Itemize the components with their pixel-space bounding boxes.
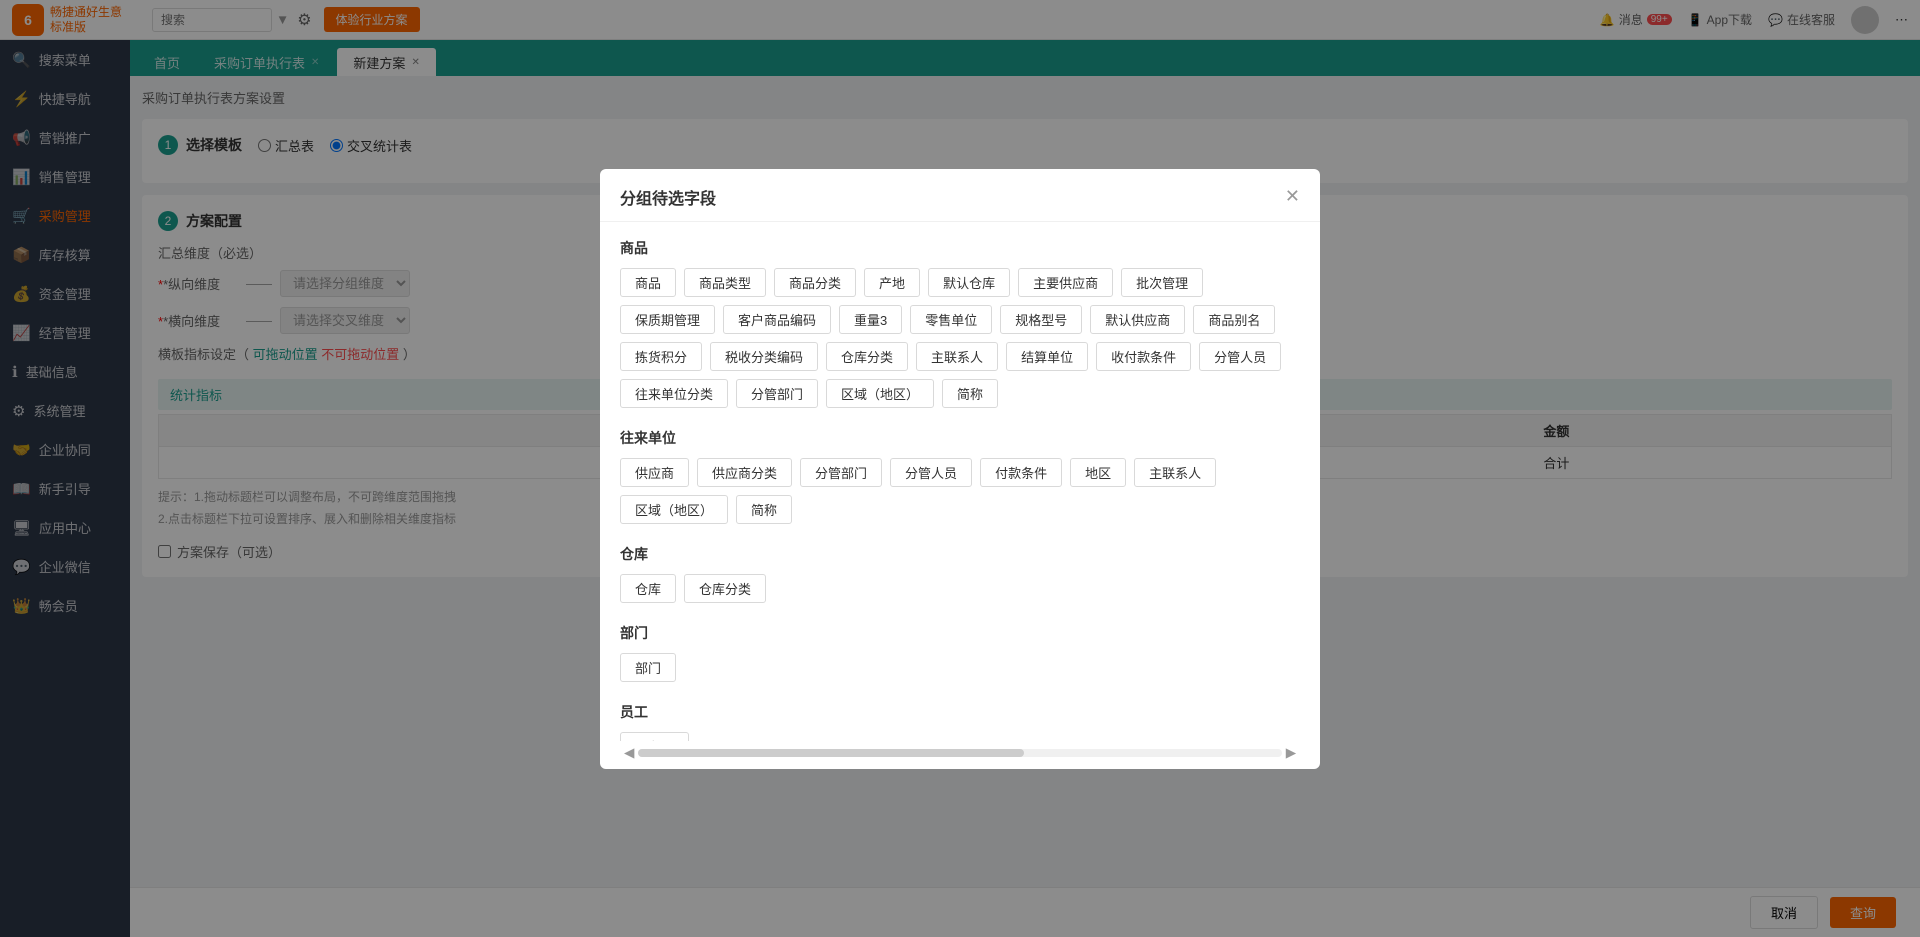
field-tag-partners-0[interactable]: 供应商	[620, 458, 689, 487]
modal-hscrollbar-area: ◀ ▶	[600, 741, 1320, 769]
field-tag-employee-0[interactable]: 业务员	[620, 732, 689, 741]
field-tag-partners-2[interactable]: 分管部门	[800, 458, 882, 487]
field-tag-goods-11[interactable]: 规格型号	[1000, 305, 1082, 334]
hscrollbar[interactable]	[638, 749, 1282, 757]
field-group-department: 部门部门	[620, 623, 1300, 682]
field-tag-warehouse-1[interactable]: 仓库分类	[684, 574, 766, 603]
field-tag-partners-8[interactable]: 简称	[736, 495, 792, 524]
field-tag-goods-4[interactable]: 默认仓库	[928, 268, 1010, 297]
field-tag-goods-17[interactable]: 主联系人	[916, 342, 998, 371]
field-tag-goods-22[interactable]: 分管部门	[736, 379, 818, 408]
field-group-goods: 商品商品商品类型商品分类产地默认仓库主要供应商批次管理保质期管理客户商品编码重量…	[620, 238, 1300, 408]
field-tag-partners-6[interactable]: 主联系人	[1134, 458, 1216, 487]
field-list-department: 部门	[620, 653, 1300, 682]
field-list-employee: 业务员	[620, 732, 1300, 741]
field-tag-goods-13[interactable]: 商品别名	[1193, 305, 1275, 334]
field-tag-partners-4[interactable]: 付款条件	[980, 458, 1062, 487]
field-tag-goods-19[interactable]: 收付款条件	[1096, 342, 1191, 371]
field-list-goods: 商品商品类型商品分类产地默认仓库主要供应商批次管理保质期管理客户商品编码重量3 零…	[620, 268, 1300, 408]
modal-body: 商品商品商品类型商品分类产地默认仓库主要供应商批次管理保质期管理客户商品编码重量…	[600, 222, 1320, 741]
field-group-title-warehouse: 仓库	[620, 544, 1300, 564]
field-tag-goods-15[interactable]: 税收分类编码	[710, 342, 818, 371]
field-list-partners: 供应商供应商分类分管部门分管人员付款条件地区主联系人区域（地区） 简称	[620, 458, 1300, 524]
field-tag-warehouse-0[interactable]: 仓库	[620, 574, 676, 603]
field-group-warehouse: 仓库仓库仓库分类	[620, 544, 1300, 603]
field-tag-goods-1[interactable]: 商品类型	[684, 268, 766, 297]
field-group-title-employee: 员工	[620, 702, 1300, 722]
field-group-partners: 往来单位供应商供应商分类分管部门分管人员付款条件地区主联系人区域（地区） 简称	[620, 428, 1300, 524]
field-group-title-partners: 往来单位	[620, 428, 1300, 448]
field-tag-goods-5[interactable]: 主要供应商	[1018, 268, 1113, 297]
modal-header: 分组待选字段 ✕	[600, 169, 1320, 222]
field-tag-goods-18[interactable]: 结算单位	[1006, 342, 1088, 371]
field-tag-partners-5[interactable]: 地区	[1070, 458, 1126, 487]
field-tag-goods-9[interactable]: 重量3	[839, 305, 902, 334]
field-tag-goods-12[interactable]: 默认供应商	[1090, 305, 1185, 334]
field-group-title-department: 部门	[620, 623, 1300, 643]
scroll-left-btn[interactable]: ◀	[620, 745, 638, 761]
field-tag-goods-3[interactable]: 产地	[864, 268, 920, 297]
field-tag-goods-0[interactable]: 商品	[620, 268, 676, 297]
modal: 分组待选字段 ✕ 商品商品商品类型商品分类产地默认仓库主要供应商批次管理保质期管…	[600, 169, 1320, 769]
field-tag-goods-23[interactable]: 区域（地区）	[826, 379, 934, 408]
field-tag-partners-3[interactable]: 分管人员	[890, 458, 972, 487]
modal-title: 分组待选字段	[620, 185, 716, 209]
field-tag-goods-7[interactable]: 保质期管理	[620, 305, 715, 334]
hscrollbar-thumb	[638, 749, 1024, 757]
field-tag-goods-10[interactable]: 零售单位	[910, 305, 992, 334]
field-group-employee: 员工业务员	[620, 702, 1300, 741]
modal-close-btn[interactable]: ✕	[1285, 186, 1300, 207]
modal-overlay: 分组待选字段 ✕ 商品商品商品类型商品分类产地默认仓库主要供应商批次管理保质期管…	[0, 0, 1920, 937]
field-tag-goods-6[interactable]: 批次管理	[1121, 268, 1203, 297]
field-tag-goods-2[interactable]: 商品分类	[774, 268, 856, 297]
field-list-warehouse: 仓库仓库分类	[620, 574, 1300, 603]
field-tag-partners-1[interactable]: 供应商分类	[697, 458, 792, 487]
field-tag-goods-20[interactable]: 分管人员	[1199, 342, 1281, 371]
field-tag-goods-24[interactable]: 简称	[942, 379, 998, 408]
field-tag-goods-8[interactable]: 客户商品编码	[723, 305, 831, 334]
field-tag-goods-21[interactable]: 往来单位分类	[620, 379, 728, 408]
field-group-title-goods: 商品	[620, 238, 1300, 258]
scroll-right-btn[interactable]: ▶	[1282, 745, 1300, 761]
field-tag-goods-14[interactable]: 拣货积分	[620, 342, 702, 371]
field-tag-department-0[interactable]: 部门	[620, 653, 676, 682]
field-tag-partners-7[interactable]: 区域（地区）	[620, 495, 728, 524]
field-tag-goods-16[interactable]: 仓库分类	[826, 342, 908, 371]
